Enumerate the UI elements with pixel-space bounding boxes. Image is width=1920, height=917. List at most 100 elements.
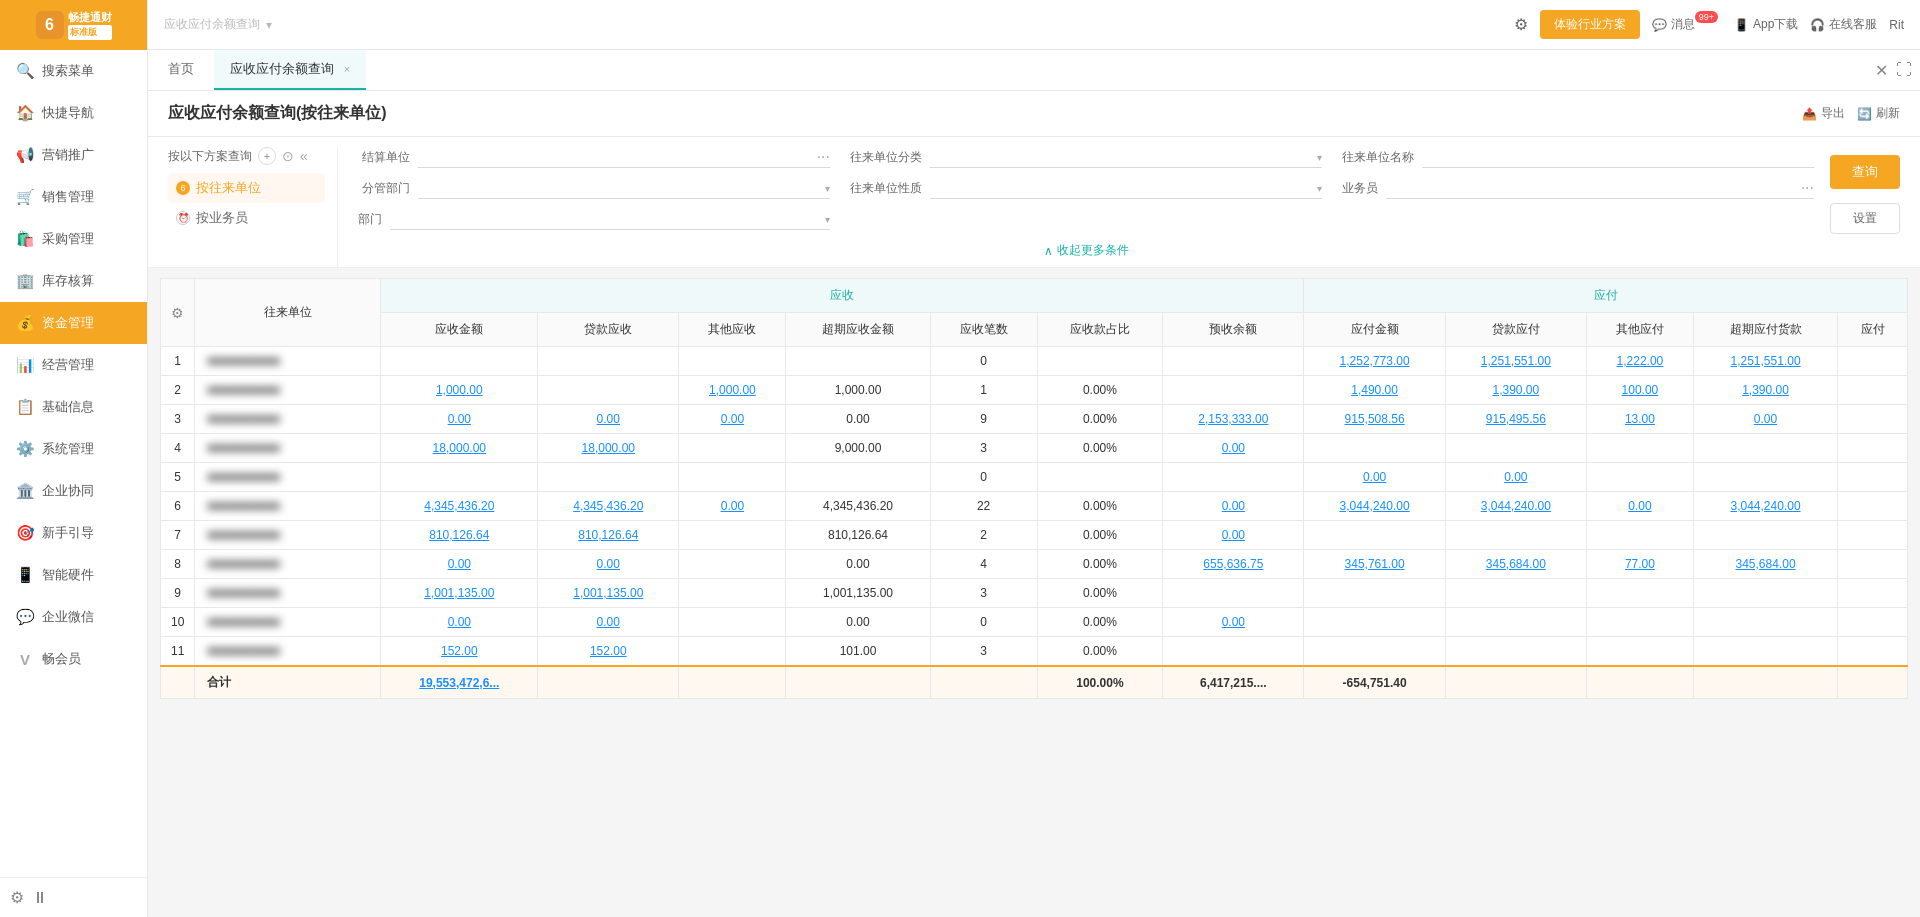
purchase-icon: 🛍️ xyxy=(16,230,34,248)
expand-icon[interactable]: ⛶ xyxy=(1896,61,1912,79)
counterpart-name-input[interactable] xyxy=(1422,147,1814,167)
query-button[interactable]: 查询 xyxy=(1830,155,1900,189)
sidebar-item-label-hardware: 智能硬件 xyxy=(42,566,94,584)
add-scheme-button[interactable]: + xyxy=(258,147,276,165)
dept-mgmt-input[interactable] xyxy=(418,178,825,198)
sidebar-item-finance[interactable]: 💰 资金管理 xyxy=(0,302,147,344)
dept-input[interactable] xyxy=(390,209,825,229)
messages-link[interactable]: 💬 消息 99+ xyxy=(1652,16,1722,33)
total-receivable[interactable]: 19,553,472,6... xyxy=(381,666,538,699)
sidebar-item-purchase[interactable]: 🛍️ 采购管理 xyxy=(0,218,147,260)
counterpart-name-field: 往来单位名称 xyxy=(1342,147,1814,168)
sidebar-item-wechat[interactable]: 💬 企业微信 xyxy=(0,596,147,638)
sidebar-item-marketing[interactable]: 📢 营销推广 xyxy=(0,134,147,176)
sidebar-item-quicknav[interactable]: 🏠 快捷导航 xyxy=(0,92,147,134)
sidebar-item-member[interactable]: V 畅会员 xyxy=(0,638,147,680)
sidebar-item-label-wechat: 企业微信 xyxy=(42,608,94,626)
sidebar-item-label-guide: 新手引导 xyxy=(42,524,94,542)
total-overdue-payable xyxy=(1693,666,1837,699)
finance-icon: 💰 xyxy=(16,314,34,332)
settlement-unit-label: 结算单位 xyxy=(358,149,418,166)
refresh-button[interactable]: 🔄 刷新 xyxy=(1857,105,1900,122)
settlement-unit-dots[interactable]: ··· xyxy=(817,148,830,166)
settlement-unit-input[interactable] xyxy=(418,147,817,167)
dept-mgmt-field: 分管部门 ▾ xyxy=(358,178,830,199)
sidebar-item-guide[interactable]: 🎯 新手引导 xyxy=(0,512,147,554)
salesperson-input[interactable] xyxy=(1386,178,1801,198)
data-table: ⚙ 往来单位 应收 应付 应收金额 贷款应收 其他应收 超期应收金额 应收笔数 … xyxy=(160,278,1908,699)
th-payable-group: 应付 xyxy=(1304,279,1908,313)
counterpart-name-input-wrap xyxy=(1422,147,1814,168)
counterpart-category-input-wrap: ▾ xyxy=(930,147,1322,168)
messages-badge: 99+ xyxy=(1695,11,1718,23)
main-content: 应收应付余额查询 ▾ ⚙ 体验行业方案 💬 消息 99+ 📱 App下载 🎧 在… xyxy=(148,0,1920,917)
settings-button[interactable]: 设置 xyxy=(1830,203,1900,234)
th-receivable-amount: 应收金额 xyxy=(381,313,538,347)
export-icon: 📤 xyxy=(1802,107,1817,121)
export-button[interactable]: 📤 导出 xyxy=(1802,105,1845,122)
counterpart-name: ■■■■■■■■■■ xyxy=(195,637,381,667)
dept-input-wrap: ▾ xyxy=(390,209,830,230)
sidebar-bottom: ⚙ ⏸ xyxy=(0,877,147,917)
scheme-collapse-icon[interactable]: « xyxy=(300,148,308,164)
salesperson-input-wrap: ··· xyxy=(1386,178,1814,199)
th-loan-payable: 贷款应付 xyxy=(1445,313,1586,347)
counterpart-category-chevron[interactable]: ▾ xyxy=(1317,152,1322,163)
table-row: 10■■■■■■■■■■0.000.000.0000.00%0.00 xyxy=(161,608,1908,637)
filter-area: 按以下方案查询 + ⊙ « 6 按往来单位 ⏰ 按业务员 xyxy=(148,137,1920,268)
dept-mgmt-chevron[interactable]: ▾ xyxy=(825,183,830,194)
table-row: 6■■■■■■■■■■4,345,436.204,345,436.200.004… xyxy=(161,492,1908,521)
scheme-label: 按以下方案查询 xyxy=(168,148,252,165)
sidebar-item-search[interactable]: 🔍 搜索菜单 xyxy=(0,50,147,92)
sidebar-item-label-operations: 经营管理 xyxy=(42,356,94,374)
sidebar-item-label-system: 系统管理 xyxy=(42,440,94,458)
sidebar-settings-icon[interactable]: ⚙ xyxy=(10,888,24,907)
filter-grid-row1: 结算单位 ··· 往来单位分类 ▾ 往来单位 xyxy=(358,147,1814,238)
sidebar-item-basic[interactable]: 📋 基础信息 xyxy=(0,386,147,428)
scheme-item-salesperson[interactable]: ⏰ 按业务员 xyxy=(168,203,325,233)
salesperson-dots[interactable]: ··· xyxy=(1801,179,1814,197)
logo-name: 畅捷通财 xyxy=(68,10,112,25)
tab-close-icon[interactable]: × xyxy=(344,63,350,75)
sidebar-item-hardware[interactable]: 📱 智能硬件 xyxy=(0,554,147,596)
total-label: 合计 xyxy=(195,666,381,699)
tab-ar-ap[interactable]: 应收应付余额查询 × xyxy=(214,50,366,90)
counterpart-nature-chevron[interactable]: ▾ xyxy=(1317,183,1322,194)
breadcrumb-chevron: ▾ xyxy=(266,18,272,32)
tab-home[interactable]: 首页 xyxy=(148,50,214,90)
salesperson-label: 按业务员 xyxy=(196,209,248,227)
th-loan-receivable: 贷款应收 xyxy=(538,313,679,347)
scheme-options-icon[interactable]: ⊙ xyxy=(282,148,294,164)
dept-field: 部门 ▾ xyxy=(358,209,830,230)
app-download-link[interactable]: 📱 App下载 xyxy=(1734,16,1798,33)
sidebar-item-operations[interactable]: 📊 经营管理 xyxy=(0,344,147,386)
settings-icon[interactable]: ⚙ xyxy=(1514,15,1528,34)
table-gear-icon[interactable]: ⚙ xyxy=(171,305,184,321)
sidebar-item-label-sales: 销售管理 xyxy=(42,188,94,206)
table-row: 8■■■■■■■■■■0.000.000.0040.00%655,636.753… xyxy=(161,550,1908,579)
scheme-item-counterpart[interactable]: 6 按往来单位 xyxy=(168,173,325,203)
sidebar-collapse-icon[interactable]: ⏸ xyxy=(32,889,48,907)
sidebar-item-sales[interactable]: 🛒 销售管理 xyxy=(0,176,147,218)
collapse-more-btn[interactable]: ∧ 收起更多条件 xyxy=(358,238,1814,267)
sidebar-item-label-marketing: 营销推广 xyxy=(42,146,94,164)
hardware-icon: 📱 xyxy=(16,566,34,584)
system-icon: ⚙️ xyxy=(16,440,34,458)
messages-label: 消息 xyxy=(1671,16,1695,33)
counterpart-nature-input[interactable] xyxy=(930,178,1317,198)
sidebar-item-inventory[interactable]: 🏢 库存核算 xyxy=(0,260,147,302)
sidebar-item-company[interactable]: 🏛️ 企业协同 xyxy=(0,470,147,512)
table-row: 3■■■■■■■■■■0.000.000.000.0090.00%2,153,3… xyxy=(161,405,1908,434)
collapse-label: 收起更多条件 xyxy=(1057,242,1129,259)
tabbar-right: ✕ ⛶ xyxy=(1875,61,1920,80)
dept-mgmt-label: 分管部门 xyxy=(358,180,418,197)
online-support-link[interactable]: 🎧 在线客服 xyxy=(1810,16,1877,33)
trial-industry-button[interactable]: 体验行业方案 xyxy=(1540,10,1640,39)
user-menu[interactable]: Rit xyxy=(1889,18,1904,32)
dept-chevron[interactable]: ▾ xyxy=(825,214,830,225)
close-window-icon[interactable]: ✕ xyxy=(1875,61,1888,80)
logo-icon: 6 xyxy=(36,11,64,39)
sidebar-item-system[interactable]: ⚙️ 系统管理 xyxy=(0,428,147,470)
counterpart-category-input[interactable] xyxy=(930,147,1317,167)
th-counterpart: 往来单位 xyxy=(195,279,381,347)
